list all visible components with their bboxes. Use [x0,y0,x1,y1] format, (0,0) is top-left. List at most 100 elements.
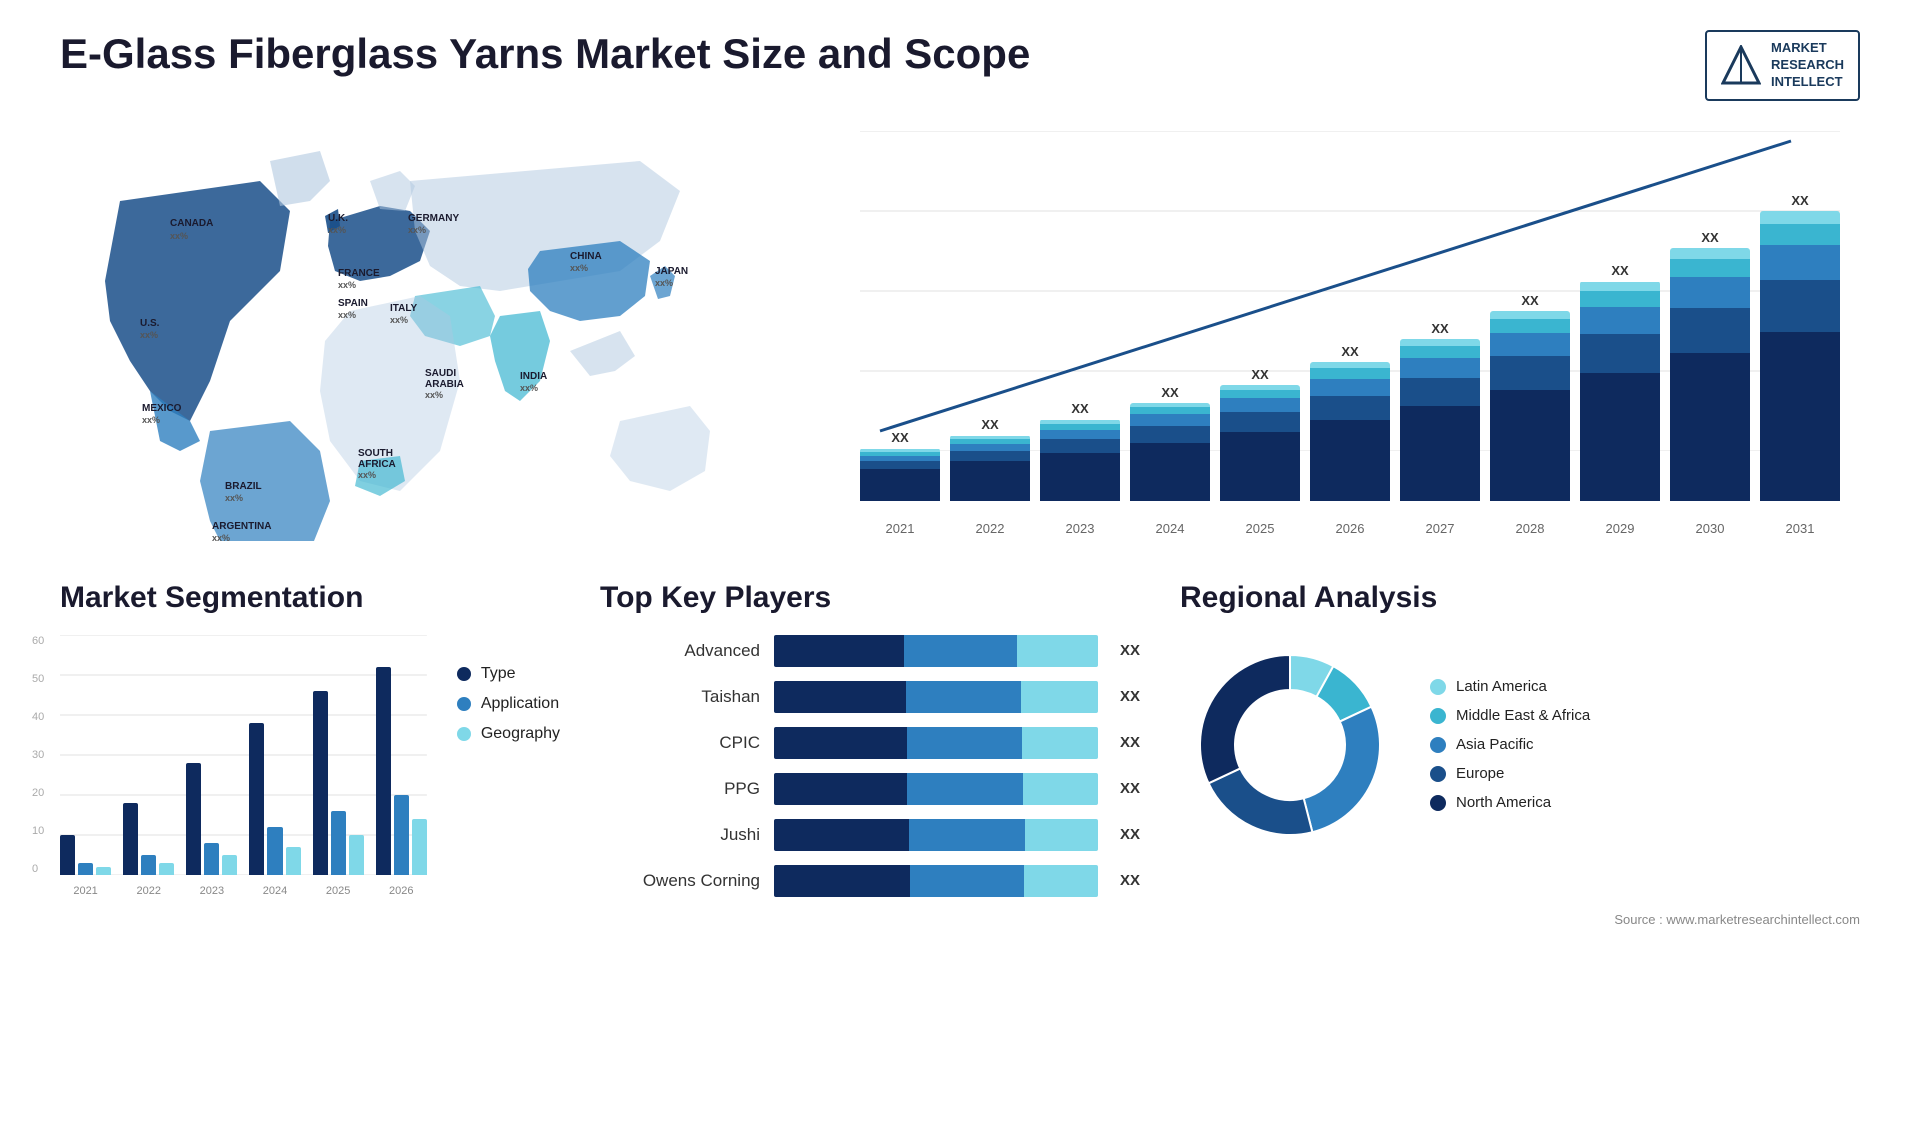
donut-segment [1304,706,1380,831]
seg-bar-group [186,635,237,875]
svg-text:CANADA: CANADA [170,218,213,229]
seg-bar-group [123,635,174,875]
svg-text:ARABIA: ARABIA [425,379,464,390]
regional-title: Regional Analysis [1180,581,1860,615]
bar-col: XX [1400,321,1480,501]
svg-text:xx%: xx% [225,493,243,503]
svg-text:U.S.: U.S. [140,318,160,329]
header: E-Glass Fiberglass Yarns Market Size and… [60,30,1860,101]
seg-bar-group [60,635,111,875]
bar-col: XX [1220,367,1300,501]
svg-text:CHINA: CHINA [570,251,602,262]
svg-text:xx%: xx% [170,231,188,241]
key-players-title: Top Key Players [600,581,1140,615]
logo-text: MARKET RESEARCH INTELLECT [1771,40,1844,91]
player-name: Advanced [600,641,760,661]
segmentation-title: Market Segmentation [60,581,560,615]
player-row: Owens CorningXX [600,865,1140,897]
player-bar-wrap [774,819,1098,851]
players-list: AdvancedXXTaishanXXCPICXXPPGXXJushiXXOwe… [600,635,1140,897]
svg-text:MEXICO: MEXICO [142,403,182,414]
seg-legend-item: Type [457,665,560,683]
player-row: PPGXX [600,773,1140,805]
player-bar-wrap [774,681,1098,713]
seg-legend-item: Geography [457,725,560,743]
svg-text:xx%: xx% [570,263,588,273]
seg-x-labels: 202120222023202420252026 [60,885,427,897]
bar-col: XX [1310,344,1390,501]
seg-y-axis: 6050403020100 [32,635,44,875]
svg-text:xx%: xx% [328,225,346,235]
svg-text:ITALY: ITALY [390,303,418,314]
player-bar-wrap [774,635,1098,667]
map-container: CANADA xx% U.S. xx% MEXICO xx% BRAZIL xx… [60,121,760,541]
svg-text:U.K.: U.K. [328,213,348,224]
top-section: CANADA xx% U.S. xx% MEXICO xx% BRAZIL xx… [60,121,1860,541]
player-xx-label: XX [1120,642,1140,659]
bar-x-labels: 2021202220232024202520262027202820292030… [860,521,1840,536]
logo-icon [1721,45,1761,85]
player-xx-label: XX [1120,872,1140,889]
donut-svg [1180,635,1400,855]
player-bar [774,773,1098,805]
player-name: PPG [600,779,760,799]
svg-text:INDIA: INDIA [520,371,547,382]
source-text: Source : www.marketresearchintellect.com [60,912,1860,927]
reg-legend-item: Middle East & Africa [1430,707,1590,724]
svg-text:xx%: xx% [655,278,673,288]
logo-box: MARKET RESEARCH INTELLECT [1705,30,1860,101]
seg-legend: Type Application Geography [457,635,560,743]
svg-text:xx%: xx% [338,310,356,320]
player-row: CPIC XX [600,727,1140,759]
player-bar-wrap [774,727,1098,759]
seg-legend-item: Application [457,695,560,713]
bar-col: XX [1670,230,1750,501]
seg-chart-inner: 6050403020100 202120222023202420252026 [60,635,427,875]
reg-legend-item: Asia Pacific [1430,736,1590,753]
seg-bars [60,635,427,875]
bar-col: XX [860,430,940,501]
player-bar-wrap [774,773,1098,805]
player-bar-wrap [774,865,1098,897]
player-name: CPIC [600,733,760,753]
player-xx-label: XX [1120,826,1140,843]
reg-legend-item: Europe [1430,765,1590,782]
player-bar [774,727,1098,759]
world-map-svg: CANADA xx% U.S. xx% MEXICO xx% BRAZIL xx… [60,121,760,541]
seg-chart-area: 6050403020100 202120222023202420252026 [60,635,560,875]
svg-text:FRANCE: FRANCE [338,268,380,279]
player-name: Jushi [600,825,760,845]
svg-text:SAUDI: SAUDI [425,368,456,379]
donut-segment [1209,768,1313,835]
donut-segment [1200,655,1290,783]
bar-col: XX [1490,293,1570,501]
seg-bar-group [376,635,427,875]
player-xx-label: XX [1120,734,1140,751]
svg-text:xx%: xx% [520,383,538,393]
segmentation-container: Market Segmentation 6050403020100 [60,581,560,875]
bar-chart-container: XXXXXXXXXXXXXXXXXXXXXX 20212022202320242… [800,121,1860,541]
seg-bar-group [249,635,300,875]
bar-col: XX [950,417,1030,501]
svg-text:AFRICA: AFRICA [358,459,396,470]
regional-legend: Latin AmericaMiddle East & AfricaAsia Pa… [1430,678,1590,811]
player-name: Taishan [600,687,760,707]
player-row: TaishanXX [600,681,1140,713]
svg-text:ARGENTINA: ARGENTINA [212,521,271,532]
bar-chart-bars: XXXXXXXXXXXXXXXXXXXXXX [860,181,1840,501]
svg-text:xx%: xx% [338,280,356,290]
svg-text:xx%: xx% [142,415,160,425]
bar-col: XX [1130,385,1210,501]
donut-legend-wrap: Latin AmericaMiddle East & AfricaAsia Pa… [1180,635,1860,855]
svg-text:BRAZIL: BRAZIL [225,481,262,492]
page-title: E-Glass Fiberglass Yarns Market Size and… [60,30,1030,78]
regional-container: Regional Analysis Latin AmericaMiddle Ea… [1180,581,1860,855]
svg-text:xx%: xx% [390,315,408,325]
player-bar [774,865,1098,897]
page-container: E-Glass Fiberglass Yarns Market Size and… [0,0,1920,1146]
svg-text:SOUTH: SOUTH [358,448,393,459]
player-row: Advanced XX [600,635,1140,667]
player-bar [774,819,1098,851]
svg-text:xx%: xx% [408,225,426,235]
svg-text:GERMANY: GERMANY [408,213,459,224]
